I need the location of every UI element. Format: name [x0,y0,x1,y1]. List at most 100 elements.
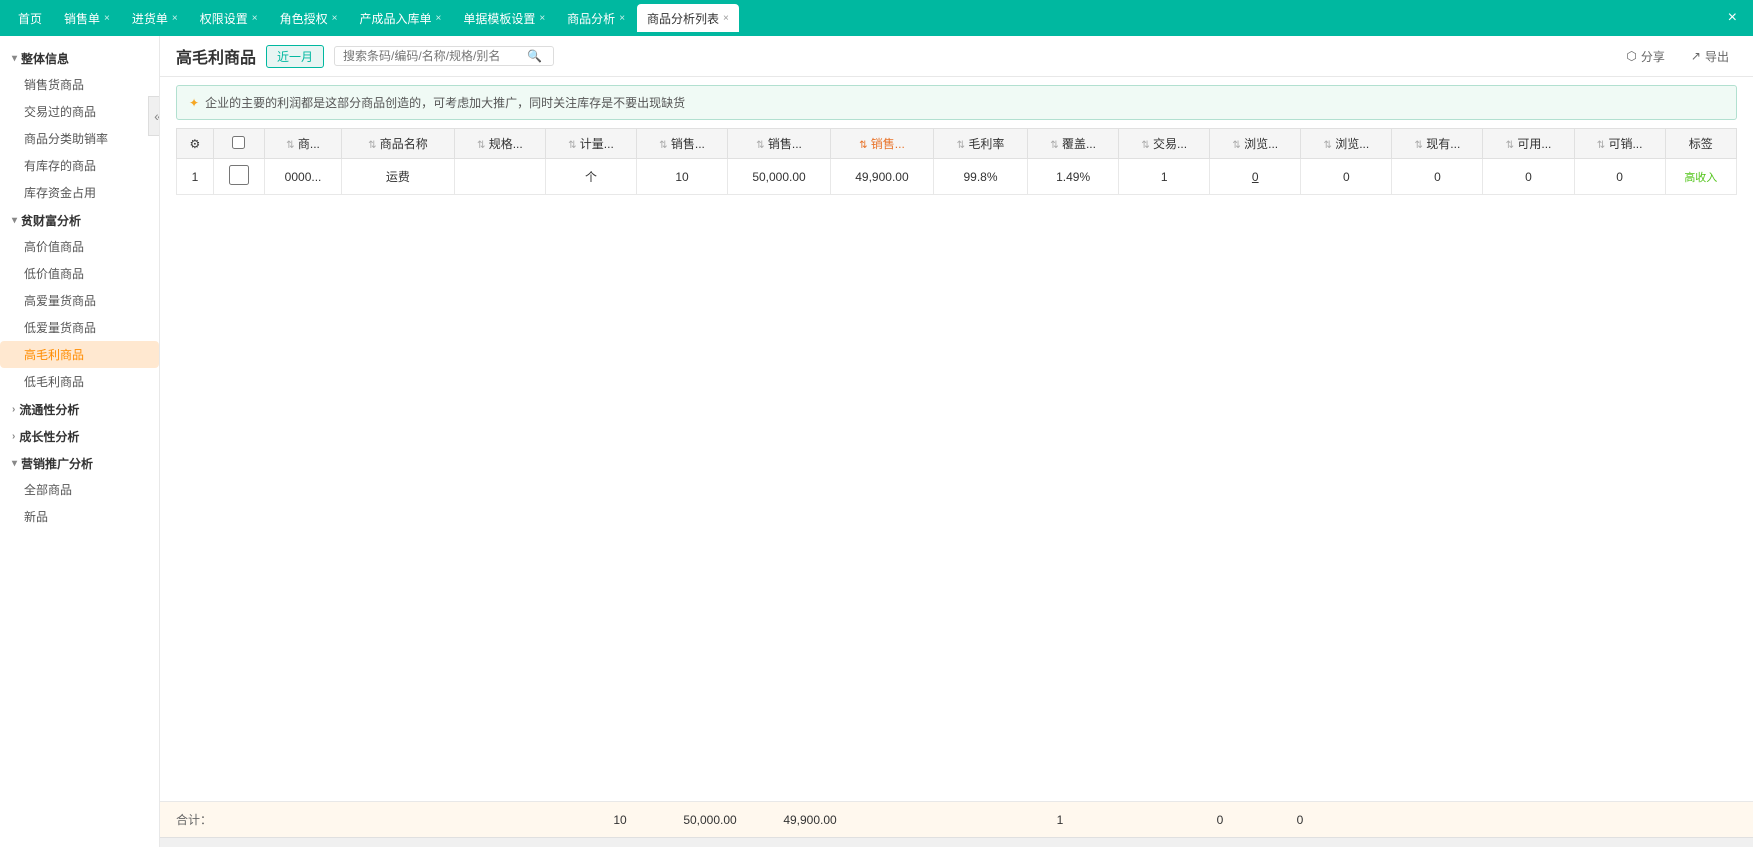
sidebar-item-low-sales[interactable]: 低爱量货商品 [0,314,159,341]
tab-sales[interactable]: 销售单 × [54,4,120,32]
tab-role-close[interactable]: × [332,13,338,24]
row-index: 1 [177,159,214,195]
chevron-down-icon-3: ▾ [12,458,17,469]
row-tag: 高收入 [1665,159,1736,195]
col-sales-amount[interactable]: ⇅ 销售... [728,129,831,159]
data-table: ⚙ ⇅ 商... ⇅ 商品名称 ⇅ 规格... ⇅ 计量... ⇅ 销售... … [176,128,1737,195]
sidebar-item-all-products[interactable]: 全部商品 [0,476,159,503]
sidebar-item-new-products[interactable]: 新品 [0,503,159,530]
tab-permission[interactable]: 权限设置 × [190,4,268,32]
row-gross-margin: 99.8% [933,159,1027,195]
col-tag[interactable]: 标签 [1665,129,1736,159]
sidebar-section-marketing-label: 营销推广分析 [21,455,93,472]
search-input[interactable] [343,49,523,63]
row-coverage: 1.49% [1028,159,1119,195]
table-row: 1 0000... 运费 个 10 50,000.00 49,900.00 99… [177,159,1737,195]
footer-trade: 1 [1020,813,1100,827]
browse1-link[interactable]: 0 [1252,170,1259,184]
export-icon: ↗ [1691,49,1701,63]
search-icon[interactable]: 🔍 [527,49,542,63]
content-header: 高毛利商品 近一月 🔍 ⬡ 分享 ↗ 导出 [160,36,1753,77]
tab-analysis-list-close[interactable]: × [723,13,729,24]
info-icon: ✦ [189,96,199,110]
sidebar-item-traded[interactable]: 交易过的商品 [0,98,159,125]
tab-import[interactable]: 进货单 × [122,4,188,32]
sidebar-item-inventory-product[interactable]: 有库存的商品 [0,152,159,179]
export-button[interactable]: ↗ 导出 [1683,46,1737,67]
row-browse1[interactable]: 0 [1210,159,1301,195]
sidebar-item-high-value[interactable]: 高价值商品 [0,233,159,260]
sidebar-item-sales-commodity[interactable]: 销售货商品 [0,71,159,98]
col-current-stock[interactable]: ⇅ 现有... [1392,129,1483,159]
row-checkbox[interactable] [229,165,249,185]
col-browse1[interactable]: ⇅ 浏览... [1210,129,1301,159]
tag-label: 高收入 [1684,172,1717,184]
tab-permission-close[interactable]: × [252,13,258,24]
tab-analysis[interactable]: 商品分析 × [557,4,635,32]
info-bar: ✦ 企业的主要的利润都是这部分商品创造的，可考虑加大推广，同时关注库存是不要出现… [176,85,1737,120]
sidebar-section-overall[interactable]: ▾ 整体信息 [0,44,159,71]
sidebar-item-inventory-ratio[interactable]: 库存资金占用 [0,179,159,206]
col-available[interactable]: ⇅ 可用... [1483,129,1574,159]
row-available: 0 [1483,159,1574,195]
col-spec[interactable]: ⇅ 规格... [454,129,545,159]
footer-browse2: 0 [1260,813,1340,827]
col-trade-sort-icon: ⇅ [1141,140,1149,151]
col-unit-sort-icon: ⇅ [568,140,576,151]
col-sellable-sort-icon: ⇅ [1597,140,1605,151]
col-stock-sort-icon: ⇅ [1415,140,1423,151]
filter-recent-month-button[interactable]: 近一月 [266,45,324,68]
sidebar-section-wealth[interactable]: ▾ 贫财富分析 [0,206,159,233]
col-gross-margin[interactable]: ⇅ 毛利率 [933,129,1027,159]
col-margin-sort-icon: ⇅ [957,140,965,151]
share-button[interactable]: ⬡ 分享 [1618,46,1673,67]
tab-template[interactable]: 单据模板设置 × [453,4,555,32]
nav-home[interactable]: 首页 [8,10,52,27]
sidebar-item-low-margin[interactable]: 低毛利商品 [0,368,159,395]
tab-role-label: 角色授权 [280,10,328,27]
tab-product-import[interactable]: 产成品入库单 × [349,4,451,32]
col-sales-cost[interactable]: ⇅ 销售... [830,129,933,159]
sidebar-collapse-button[interactable]: « [148,96,160,136]
col-coverage[interactable]: ⇅ 覆盖... [1028,129,1119,159]
row-sales-cost: 49,900.00 [830,159,933,195]
tab-import-close[interactable]: × [172,13,178,24]
footer-browse1: 0 [1180,813,1260,827]
col-name[interactable]: ⇅ 商品名称 [342,129,455,159]
sidebar-item-low-value[interactable]: 低价值商品 [0,260,159,287]
col-sellable[interactable]: ⇅ 可销... [1574,129,1665,159]
tab-analysis-close[interactable]: × [619,13,625,24]
window-close-button[interactable]: × [1720,9,1745,27]
tab-sales-close[interactable]: × [104,13,110,24]
tab-product-import-close[interactable]: × [435,13,441,24]
sidebar-section-growth[interactable]: › 成长性分析 [0,422,159,449]
col-checkbox[interactable] [213,129,264,159]
row-trade: 1 [1119,159,1210,195]
row-sales-qty: 10 [636,159,727,195]
col-salesqty-sort-icon: ⇅ [659,140,667,151]
sidebar-section-wealth-label: 贫财富分析 [21,212,81,229]
sidebar-item-high-margin[interactable]: 高毛利商品 [0,341,159,368]
tab-analysis-list[interactable]: 商品分析列表 × [637,4,739,32]
sidebar-item-product-analysis[interactable]: 商品分类助销率 [0,125,159,152]
col-unit[interactable]: ⇅ 计量... [545,129,636,159]
col-trade[interactable]: ⇅ 交易... [1119,129,1210,159]
row-checkbox-cell[interactable] [213,159,264,195]
tab-template-close[interactable]: × [539,13,545,24]
share-label: 分享 [1641,48,1665,65]
sidebar-section-flow[interactable]: › 流通性分析 [0,395,159,422]
col-browse2[interactable]: ⇅ 浏览... [1301,129,1392,159]
chevron-down-icon-2: ▾ [12,215,17,226]
col-sort-icon: ⇅ [286,140,294,151]
col-settings[interactable]: ⚙ [177,129,214,159]
sidebar-section-flow-label: 流通性分析 [19,401,79,418]
select-all-checkbox[interactable] [232,136,245,149]
col-sales-qty[interactable]: ⇅ 销售... [636,129,727,159]
tab-role[interactable]: 角色授权 × [270,4,348,32]
table-wrapper[interactable]: ⚙ ⇅ 商... ⇅ 商品名称 ⇅ 规格... ⇅ 计量... ⇅ 销售... … [160,128,1753,801]
col-sku-code[interactable]: ⇅ 商... [265,129,342,159]
sidebar-section-marketing[interactable]: ▾ 营销推广分析 [0,449,159,476]
sidebar-item-high-sales[interactable]: 高爱量货商品 [0,287,159,314]
horizontal-scrollbar[interactable] [160,837,1753,847]
row-unit: 个 [545,159,636,195]
